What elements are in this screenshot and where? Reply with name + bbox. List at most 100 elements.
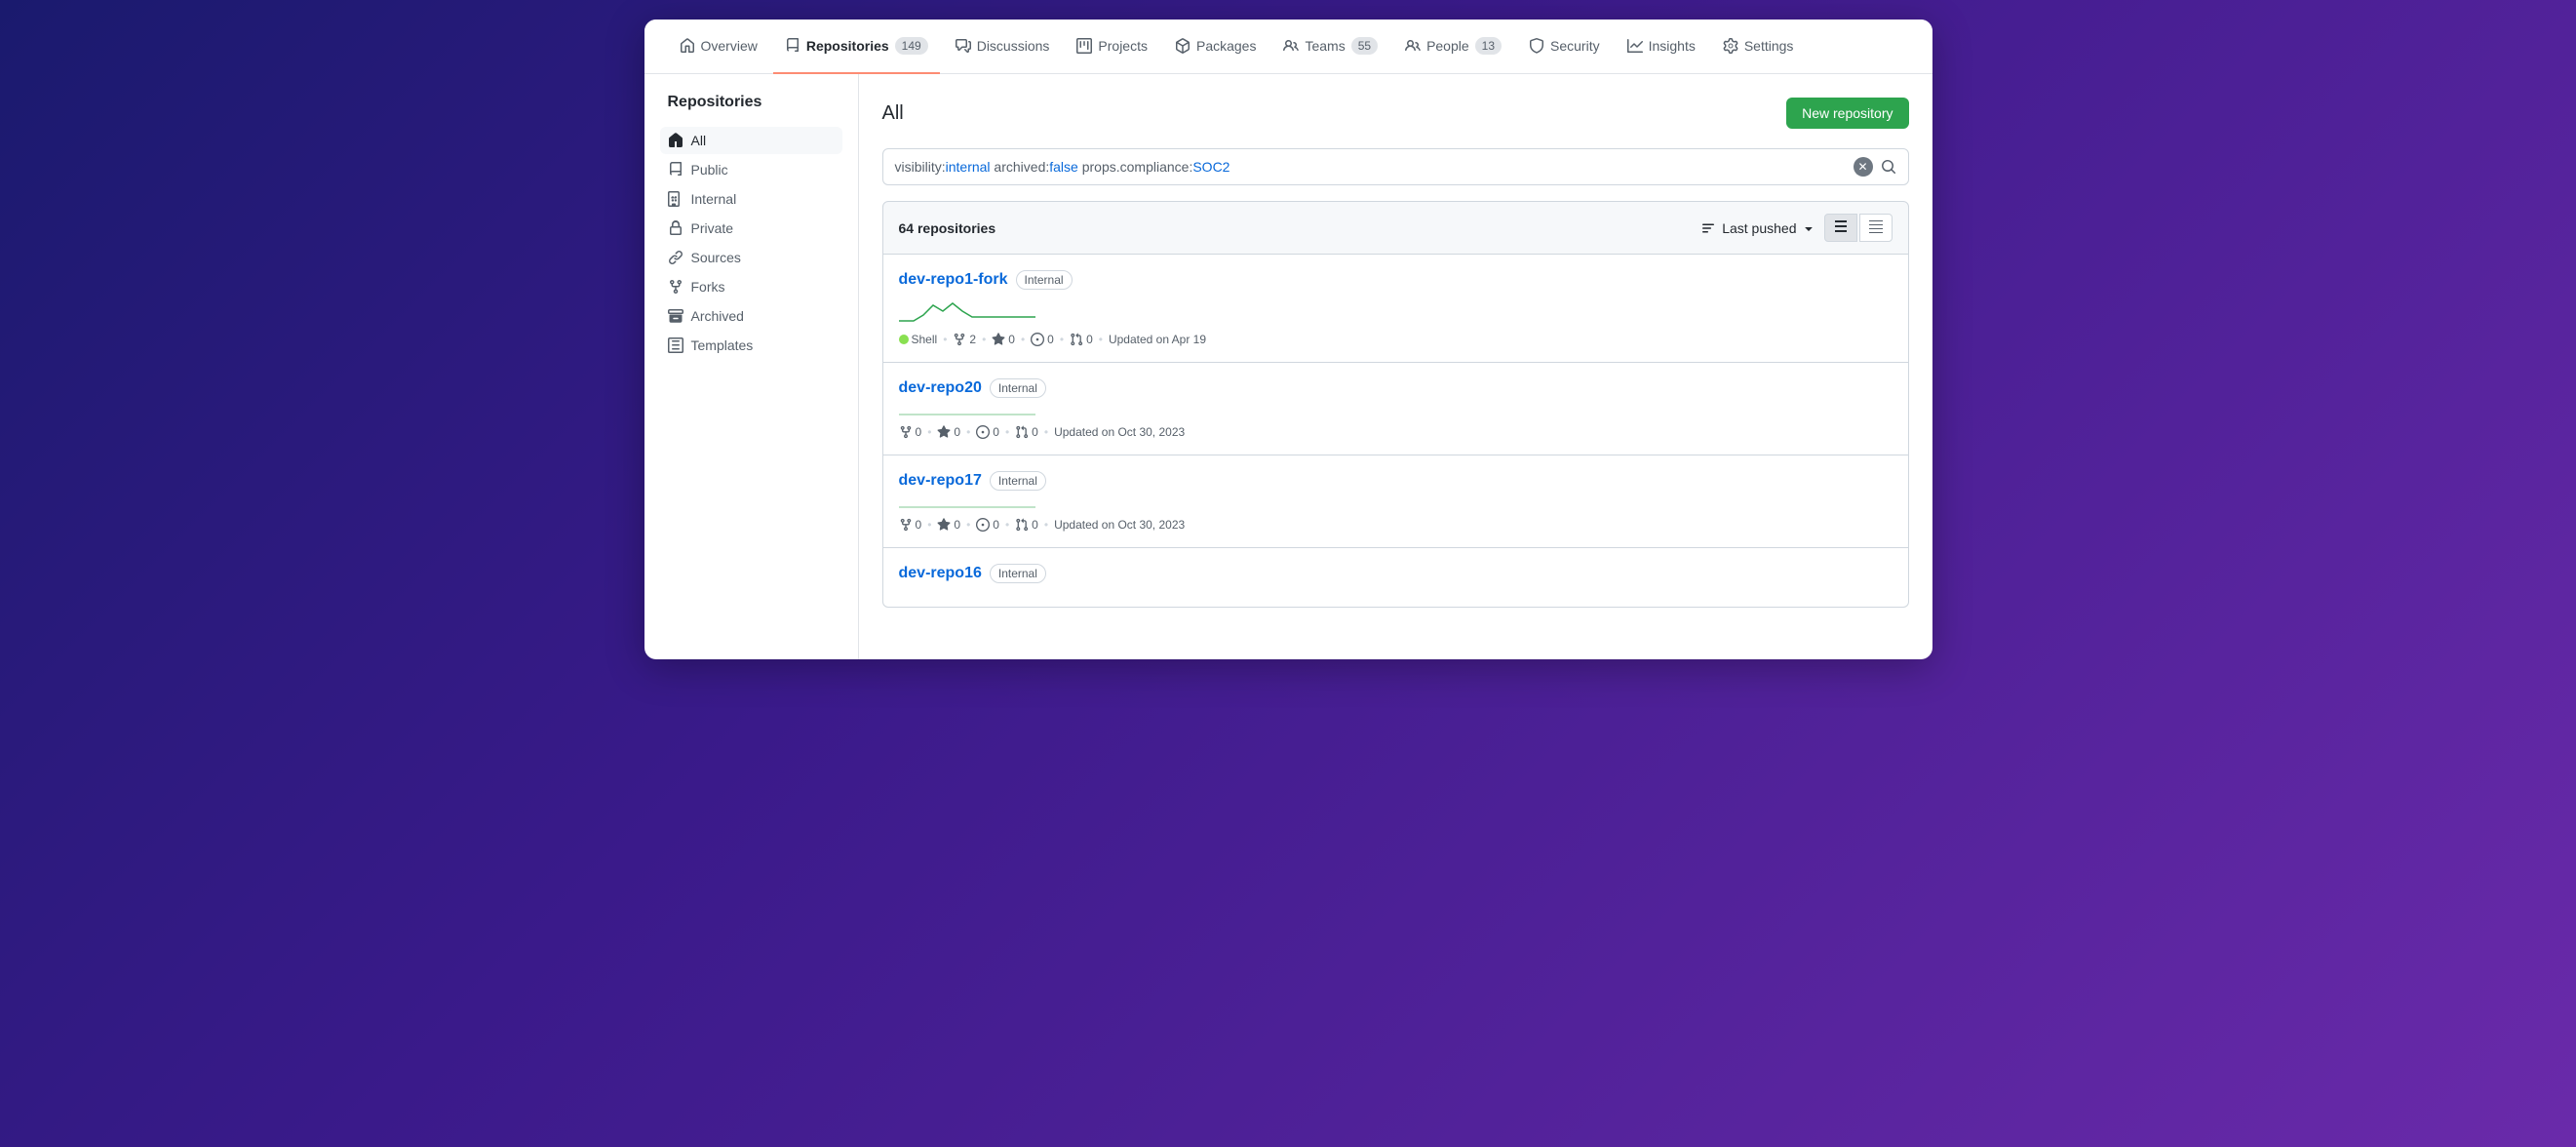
sort-area: Last pushed [1702,214,1892,242]
sep1: • [927,518,931,532]
security-icon [1529,38,1544,54]
sep2: • [966,518,970,532]
nav-item-insights[interactable]: Insights [1616,20,1707,74]
nav-item-teams[interactable]: Teams 55 [1271,20,1389,74]
search-plain-3: props.compliance: [1078,159,1193,175]
nav-item-repositories[interactable]: Repositories 149 [773,20,940,74]
language-name: Shell [912,333,938,346]
sep3: • [1021,333,1025,346]
compact-view-button[interactable] [1859,214,1893,242]
prs-count: 0 [1032,518,1038,532]
stars-count: 0 [1008,333,1015,346]
issues-count: 0 [993,518,999,532]
nav-item-overview[interactable]: Overview [668,20,769,74]
nav-label-projects: Projects [1098,38,1148,54]
view-toggle [1824,214,1893,242]
sidebar-item-sources[interactable]: Sources [660,244,842,271]
forks-item: 0 [899,518,922,532]
nav-item-security[interactable]: Security [1517,20,1612,74]
sidebar-item-templates[interactable]: Templates [660,332,842,359]
insights-icon [1627,38,1643,54]
prs-item: 0 [1015,425,1038,439]
stars-item: 0 [992,333,1015,346]
repo-meta: 0 • 0 • 0 • [899,425,1893,439]
sort-label: Last pushed [1722,220,1796,236]
teams-badge: 55 [1351,37,1378,55]
content-header: All New repository [882,98,1909,129]
search-bar[interactable]: visibility:internal archived:false props… [882,148,1909,185]
internal-icon [668,191,683,207]
new-repository-button[interactable]: New repository [1786,98,1908,129]
search-submit-button[interactable] [1881,159,1896,175]
graph-spacer [899,498,1893,510]
nav-label-teams: Teams [1305,38,1345,54]
sidebar-item-public[interactable]: Public [660,156,842,183]
language-item: Shell [899,333,938,346]
sep4: • [1060,333,1064,346]
prs-count: 0 [1032,425,1038,439]
repo-name[interactable]: dev-repo17 [899,472,982,490]
sep4: • [1044,425,1048,439]
sidebar-item-private[interactable]: Private [660,215,842,242]
repo-badge: Internal [990,471,1046,491]
nav-item-discussions[interactable]: Discussions [944,20,1062,74]
repo-name[interactable]: dev-repo20 [899,379,982,397]
sidebar-item-archived[interactable]: Archived [660,302,842,330]
repo-badge: Internal [1016,270,1073,290]
repo-badge: Internal [990,564,1046,583]
nav-item-projects[interactable]: Projects [1065,20,1159,74]
repo-item-header: dev-repo17 Internal [899,471,1893,491]
settings-icon [1723,38,1738,54]
repo-name[interactable]: dev-repo1-fork [899,271,1008,289]
prs-item: 0 [1015,518,1038,532]
sidebar-item-internal[interactable]: Internal [660,185,842,213]
sep4: • [1044,518,1048,532]
sidebar: Repositories All Public Internal [644,74,859,659]
graph-spacer [899,406,1893,417]
repo-name[interactable]: dev-repo16 [899,565,982,582]
prs-count: 0 [1086,333,1093,346]
nav-label-security: Security [1550,38,1600,54]
repositories-badge: 149 [895,37,928,55]
nav-item-packages[interactable]: Packages [1163,20,1268,74]
table-row: dev-repo1-fork Internal Shell • [882,255,1909,363]
sources-icon [668,250,683,265]
clear-search-button[interactable]: ✕ [1854,157,1873,177]
sidebar-label-sources: Sources [691,250,741,265]
app-container: Overview Repositories 149 Discussions Pr… [644,20,1932,659]
repo-icon [785,38,800,54]
archived-icon [668,308,683,324]
nav-label-settings: Settings [1744,38,1794,54]
sidebar-item-forks[interactable]: Forks [660,273,842,300]
nav-label-repositories: Repositories [806,38,889,54]
search-link-1[interactable]: internal [946,159,991,175]
sidebar-label-all: All [691,133,707,148]
repo-list-header: 64 repositories Last pushed [882,201,1909,255]
nav-item-settings[interactable]: Settings [1711,20,1806,74]
people-icon [1405,38,1421,54]
repo-item-header: dev-repo20 Internal [899,378,1893,398]
list-view-button[interactable] [1824,214,1857,242]
issues-item: 0 [976,425,999,439]
private-icon [668,220,683,236]
nav-label-insights: Insights [1649,38,1696,54]
sidebar-item-all[interactable]: All [660,127,842,154]
issues-item: 0 [1031,333,1054,346]
forks-count: 0 [916,425,922,439]
repo-list: 64 repositories Last pushed [882,201,1909,608]
search-plain-2: archived: [991,159,1050,175]
search-actions: ✕ [1854,157,1896,177]
search-link-2[interactable]: false [1049,159,1078,175]
table-row: dev-repo17 Internal 0 • [882,455,1909,548]
stars-item: 0 [937,518,960,532]
updated-text: Updated on Oct 30, 2023 [1054,425,1185,439]
people-badge: 13 [1475,37,1502,55]
home-icon [680,38,695,54]
search-link-3[interactable]: SOC2 [1192,159,1229,175]
sidebar-label-templates: Templates [691,337,754,353]
sep1: • [927,425,931,439]
repo-item-header: dev-repo16 Internal [899,564,1893,583]
updated-text: Updated on Oct 30, 2023 [1054,518,1185,532]
sort-button[interactable]: Last pushed [1702,220,1815,236]
nav-item-people[interactable]: People 13 [1393,20,1513,74]
